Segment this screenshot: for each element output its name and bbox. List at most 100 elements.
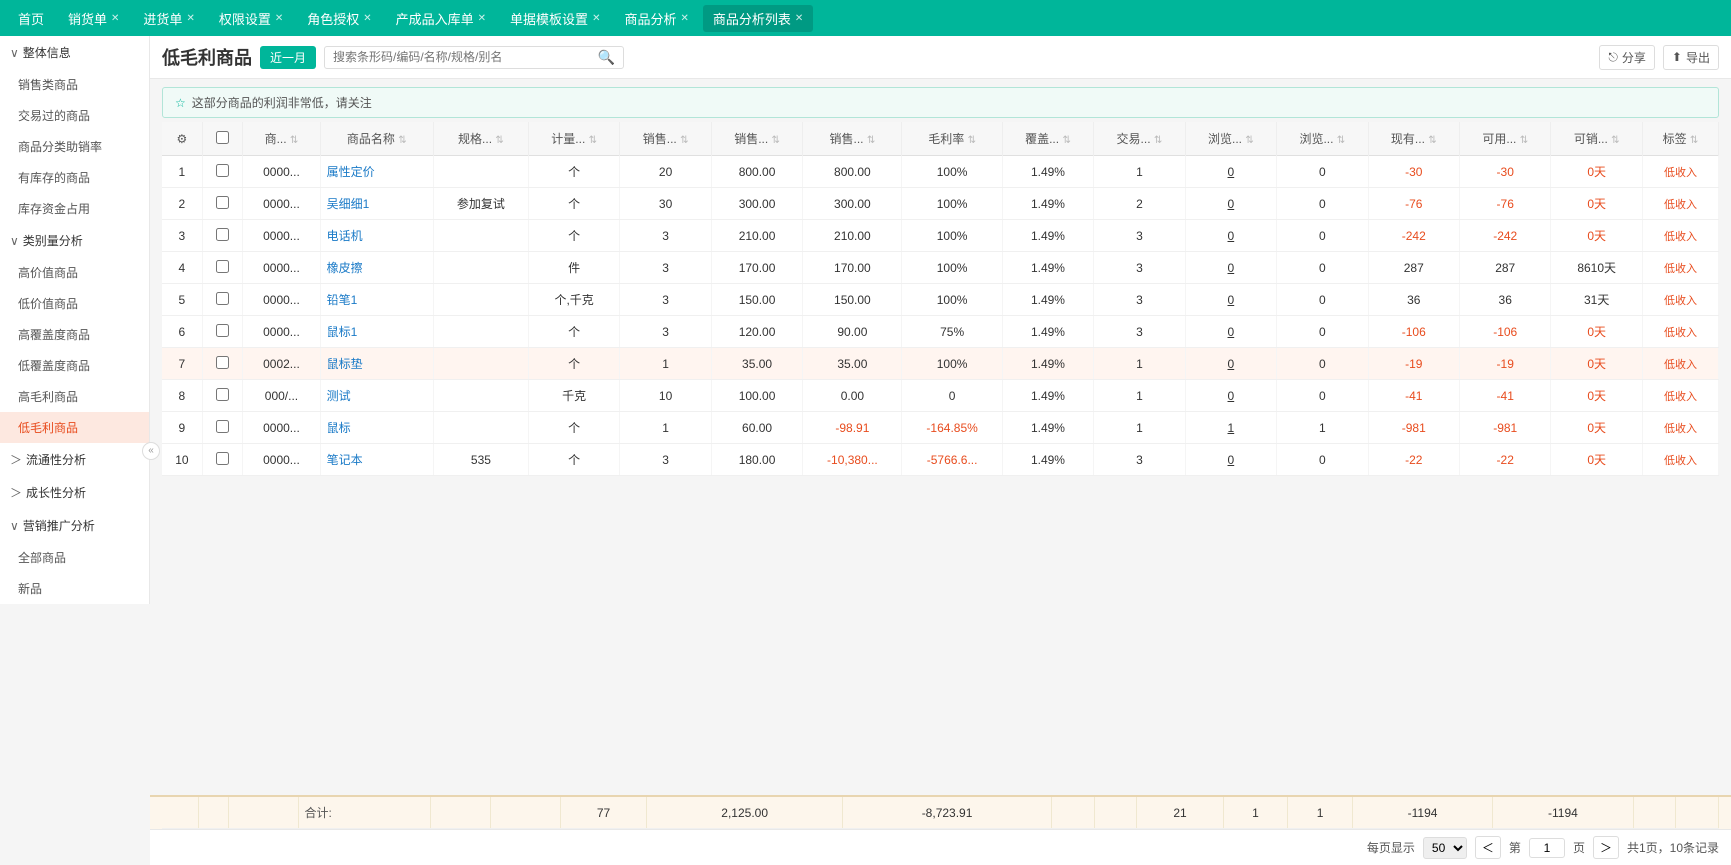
row-coverage: 1.49% xyxy=(1002,284,1093,316)
sidebar-item-sales-goods[interactable]: 销售类商品 xyxy=(0,69,149,100)
row-view2: 0 xyxy=(1277,284,1368,316)
nav-close-analysis[interactable]: ✕ xyxy=(680,13,688,24)
row-available: 36 xyxy=(1460,284,1551,316)
row-view1[interactable]: 0 xyxy=(1185,188,1276,220)
select-all-checkbox[interactable] xyxy=(216,131,229,144)
row-view1[interactable]: 0 xyxy=(1185,284,1276,316)
nav-close-template[interactable]: ✕ xyxy=(592,13,600,24)
nav-item-template[interactable]: 单据模板设置 ✕ xyxy=(500,5,610,32)
export-button[interactable]: ⬆ 导出 xyxy=(1663,45,1719,70)
sidebar-item-high-margin[interactable]: 高毛利商品 xyxy=(0,381,149,412)
row-spec xyxy=(433,220,528,252)
row-checkbox[interactable] xyxy=(202,348,242,380)
row-name[interactable]: 笔记本 xyxy=(320,444,433,476)
nav-item-analysis-list[interactable]: 商品分析列表 ✕ xyxy=(703,5,813,32)
sidebar-collapse-button[interactable]: « xyxy=(142,442,160,460)
row-checkbox[interactable] xyxy=(202,316,242,348)
row-code: 0000... xyxy=(243,156,320,188)
row-name[interactable]: 橡皮擦 xyxy=(320,252,433,284)
nav-close-role[interactable]: ✕ xyxy=(363,13,371,24)
row-checkbox[interactable] xyxy=(202,156,242,188)
row-name[interactable]: 测试 xyxy=(320,380,433,412)
nav-close-product-entry[interactable]: ✕ xyxy=(478,13,486,24)
row-select-checkbox[interactable] xyxy=(216,388,229,401)
sidebar-item-high-coverage[interactable]: 高覆盖度商品 xyxy=(0,319,149,350)
row-select-checkbox[interactable] xyxy=(216,420,229,433)
row-spec xyxy=(433,316,528,348)
nav-item-product-entry[interactable]: 产成品入库单 ✕ xyxy=(386,5,496,32)
page-input[interactable] xyxy=(1529,838,1565,858)
sidebar-item-stocked-goods[interactable]: 有库存的商品 xyxy=(0,162,149,193)
row-checkbox[interactable] xyxy=(202,220,242,252)
sidebar-item-category-rate[interactable]: 商品分类助销率 xyxy=(0,131,149,162)
sidebar-item-all-goods[interactable]: 全部商品 xyxy=(0,542,149,573)
next-page-button[interactable]: ＞ xyxy=(1593,836,1619,859)
date-filter-button[interactable]: 近一月 xyxy=(260,46,316,69)
row-sellable: 0天 xyxy=(1551,220,1642,252)
share-button[interactable]: ⎋ 分享 xyxy=(1599,45,1655,70)
nav-item-sales[interactable]: 销货单 ✕ xyxy=(58,5,129,32)
row-name[interactable]: 鼠标1 xyxy=(320,316,433,348)
row-name[interactable]: 鼠标垫 xyxy=(320,348,433,380)
nav-item-analysis[interactable]: 商品分析 ✕ xyxy=(614,5,698,32)
row-checkbox[interactable] xyxy=(202,412,242,444)
row-checkbox[interactable] xyxy=(202,380,242,412)
row-checkbox[interactable] xyxy=(202,284,242,316)
row-select-checkbox[interactable] xyxy=(216,228,229,241)
sidebar-item-low-coverage[interactable]: 低覆盖度商品 xyxy=(0,350,149,381)
search-icon[interactable]: 🔍 xyxy=(598,49,615,66)
nav-item-permission[interactable]: 权限设置 ✕ xyxy=(209,5,293,32)
row-checkbox[interactable] xyxy=(202,444,242,476)
row-sale-price: 800.00 xyxy=(711,156,802,188)
row-view1[interactable]: 0 xyxy=(1185,380,1276,412)
row-name[interactable]: 属性定价 xyxy=(320,156,433,188)
prev-page-button[interactable]: ＜ xyxy=(1475,836,1501,859)
row-view1[interactable]: 0 xyxy=(1185,316,1276,348)
sidebar-item-low-value[interactable]: 低价值商品 xyxy=(0,288,149,319)
row-select-checkbox[interactable] xyxy=(216,260,229,273)
row-name[interactable]: 铅笔1 xyxy=(320,284,433,316)
row-trade: 1 xyxy=(1094,412,1185,444)
nav-close-permission[interactable]: ✕ xyxy=(275,13,283,24)
row-select-checkbox[interactable] xyxy=(216,452,229,465)
nav-item-home[interactable]: 首页 xyxy=(8,5,54,32)
footer-label: 合计: xyxy=(298,797,430,829)
row-sale-amount: 170.00 xyxy=(803,252,902,284)
sidebar-item-high-value[interactable]: 高价值商品 xyxy=(0,257,149,288)
nav-close-sales[interactable]: ✕ xyxy=(111,13,119,24)
row-name[interactable]: 鼠标 xyxy=(320,412,433,444)
row-checkbox[interactable] xyxy=(202,252,242,284)
sidebar-group-category[interactable]: ∨ 类别量分析 xyxy=(0,224,149,257)
th-settings[interactable]: ⚙ xyxy=(162,122,202,156)
search-input[interactable] xyxy=(333,50,598,64)
sidebar-group-circulation[interactable]: ＞ 流通性分析 xyxy=(0,443,149,476)
nav-close-purchase[interactable]: ✕ xyxy=(186,13,194,24)
row-view1[interactable]: 0 xyxy=(1185,348,1276,380)
sidebar-item-traded-goods[interactable]: 交易过的商品 xyxy=(0,100,149,131)
sidebar-item-stock-capital[interactable]: 库存资金占用 xyxy=(0,193,149,224)
nav-close-analysis-list[interactable]: ✕ xyxy=(795,13,803,24)
sidebar-group-overview[interactable]: ∨ 整体信息 xyxy=(0,36,149,69)
row-view1[interactable]: 0 xyxy=(1185,444,1276,476)
sidebar-item-low-margin[interactable]: 低毛利商品 xyxy=(0,412,149,443)
row-checkbox[interactable] xyxy=(202,188,242,220)
row-select-checkbox[interactable] xyxy=(216,292,229,305)
nav-item-role[interactable]: 角色授权 ✕ xyxy=(297,5,381,32)
row-name[interactable]: 电话机 xyxy=(320,220,433,252)
row-select-checkbox[interactable] xyxy=(216,356,229,369)
row-view1[interactable]: 1 xyxy=(1185,412,1276,444)
sidebar-group-growth[interactable]: ＞ 成长性分析 xyxy=(0,476,149,509)
row-select-checkbox[interactable] xyxy=(216,324,229,337)
row-view1[interactable]: 0 xyxy=(1185,156,1276,188)
row-coverage: 1.49% xyxy=(1002,444,1093,476)
sidebar-item-new-goods[interactable]: 新品 xyxy=(0,573,149,604)
row-view1[interactable]: 0 xyxy=(1185,252,1276,284)
row-name[interactable]: 吴细细1 xyxy=(320,188,433,220)
page-size-select[interactable]: 50 xyxy=(1423,837,1467,859)
row-select-checkbox[interactable] xyxy=(216,196,229,209)
sidebar-group-marketing[interactable]: ∨ 营销推广分析 xyxy=(0,509,149,542)
row-select-checkbox[interactable] xyxy=(216,164,229,177)
nav-item-purchase[interactable]: 进货单 ✕ xyxy=(133,5,204,32)
row-view1[interactable]: 0 xyxy=(1185,220,1276,252)
row-sale-amount: 150.00 xyxy=(803,284,902,316)
